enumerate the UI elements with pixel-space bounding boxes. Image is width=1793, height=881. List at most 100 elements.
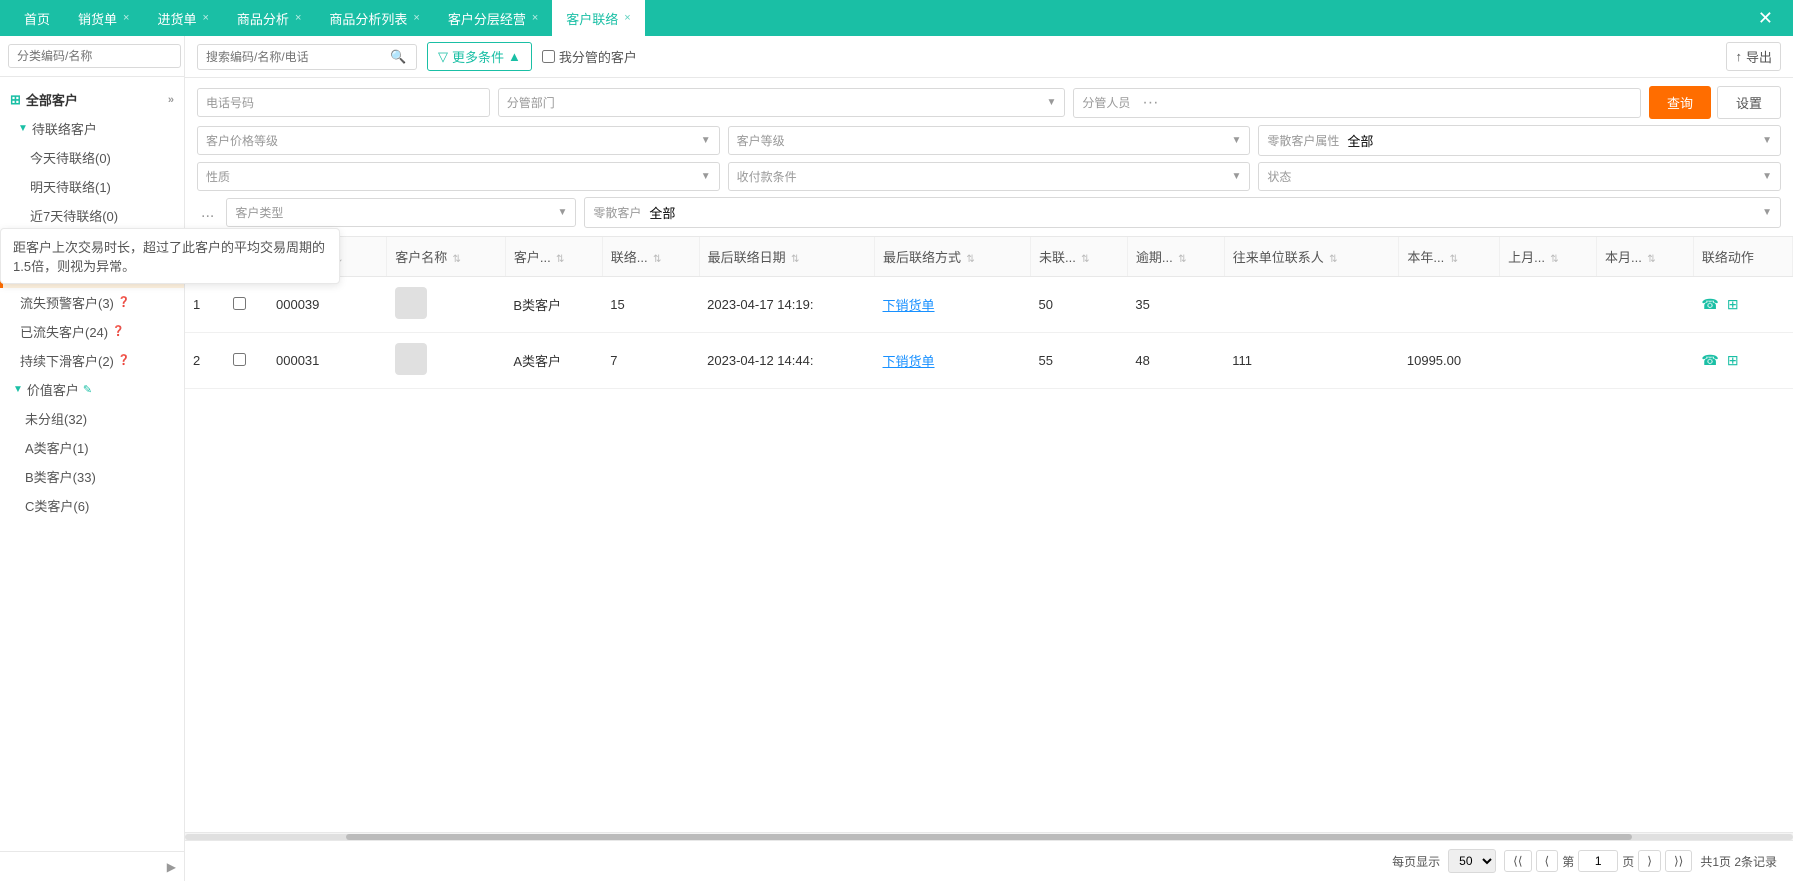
- sidebar-item-7days[interactable]: 近7天待联络(0): [10, 201, 184, 230]
- th-last-month[interactable]: 上月... ⇅: [1500, 237, 1597, 277]
- filter-row-3: 性质 ▼ 收付款条件 ▼ 状态 ▼: [197, 162, 1781, 191]
- sidebar-item-a-class[interactable]: A类客户(1): [5, 433, 184, 462]
- export-button[interactable]: ↑ 导出: [1726, 42, 1781, 71]
- nav-customer-contact[interactable]: 客户联络 ×: [552, 0, 644, 36]
- td-contact-count-2: 7: [602, 333, 699, 389]
- sort-contact-count-icon[interactable]: ⇅: [653, 254, 661, 265]
- sidebar-item-tomorrow[interactable]: 明天待联络(1): [10, 172, 184, 201]
- close-product-analysis[interactable]: ×: [295, 12, 301, 24]
- sort-this-year-icon[interactable]: ⇅: [1450, 254, 1458, 265]
- more-icon-1[interactable]: ⊞: [1727, 296, 1739, 313]
- advanced-filter-panel: 电话号码 分管部门 ▼ 分管人员 ··· 查询 设置: [185, 78, 1793, 237]
- more-dots[interactable]: ...: [197, 204, 218, 222]
- page-next-btn[interactable]: ⟩: [1638, 850, 1661, 872]
- nav-sales-order[interactable]: 销货单 ×: [64, 0, 143, 36]
- contact-icon-2[interactable]: ☎: [1701, 352, 1718, 369]
- sidebar-item-churn-warning[interactable]: 流失预警客户(3) ❓: [0, 288, 184, 317]
- sort-last-month-icon[interactable]: ⇅: [1550, 254, 1558, 265]
- filter-search-icon[interactable]: 🔍: [390, 49, 406, 65]
- settings-button[interactable]: 设置: [1717, 86, 1781, 119]
- phone-field[interactable]: 电话号码: [197, 88, 490, 117]
- my-customers-checkbox-label[interactable]: 我分管的客户: [542, 47, 637, 66]
- filter-search-input[interactable]: [206, 50, 386, 64]
- close-customer-contact[interactable]: ×: [624, 12, 630, 24]
- sort-this-month-icon[interactable]: ⇅: [1647, 254, 1655, 265]
- th-contact-person[interactable]: 往来单位联系人 ⇅: [1224, 237, 1399, 277]
- close-product-analysis-list[interactable]: ×: [413, 12, 419, 24]
- sort-name-icon[interactable]: ⇅: [453, 254, 461, 265]
- edit-icon[interactable]: ✎: [83, 383, 92, 396]
- page-size-select[interactable]: 50: [1448, 849, 1496, 873]
- method-link-2[interactable]: 下销货单: [883, 354, 935, 369]
- dept-field[interactable]: 分管部门 ▼: [498, 88, 1066, 117]
- retail-customer-field[interactable]: 零散客户 全部 ▼: [584, 197, 1781, 228]
- th-overdue[interactable]: 逾期... ⇅: [1127, 237, 1224, 277]
- waiting-contact-group-title[interactable]: ▼ 待联络客户: [10, 114, 184, 143]
- sort-contact-person-icon[interactable]: ⇅: [1329, 254, 1337, 265]
- sort-level-icon[interactable]: ⇅: [556, 254, 564, 265]
- sidebar-item-declining[interactable]: 持续下滑客户(2) ❓: [0, 346, 184, 375]
- horizontal-scrollbar[interactable]: [185, 832, 1793, 840]
- sidebar-item-b-class[interactable]: B类客户(33): [5, 462, 184, 491]
- help-icon-declining[interactable]: ❓: [118, 355, 130, 366]
- th-name[interactable]: 客户名称 ⇅: [387, 237, 506, 277]
- sidebar-scroll-right[interactable]: ▶: [167, 860, 176, 874]
- sidebar-search-input[interactable]: [8, 44, 181, 68]
- sidebar-item-ungrouped[interactable]: 未分组(32): [5, 404, 184, 433]
- sort-last-date-icon[interactable]: ⇅: [791, 254, 799, 265]
- query-button[interactable]: 查询: [1649, 86, 1711, 119]
- th-this-month[interactable]: 本月... ⇅: [1597, 237, 1694, 277]
- window-close-button[interactable]: ✕: [1748, 8, 1783, 29]
- filter-search-box[interactable]: 🔍: [197, 44, 417, 70]
- sort-no-contact-icon[interactable]: ⇅: [1081, 254, 1089, 265]
- sort-overdue-icon[interactable]: ⇅: [1178, 254, 1186, 265]
- row-1-checkbox[interactable]: [233, 297, 246, 310]
- method-link-1[interactable]: 下销货单: [883, 298, 935, 313]
- sidebar-item-churned[interactable]: 已流失客户(24) ❓: [0, 317, 184, 346]
- sort-method-icon[interactable]: ⇅: [966, 254, 974, 265]
- status-field[interactable]: 状态 ▼: [1258, 162, 1781, 191]
- nav-product-analysis[interactable]: 商品分析 ×: [223, 0, 315, 36]
- retail-attr-field[interactable]: 零散客户属性 全部 ▼: [1258, 125, 1781, 156]
- grid-icon: ⊞: [10, 92, 21, 108]
- gender-field[interactable]: 性质 ▼: [197, 162, 720, 191]
- value-customer-group-title[interactable]: ▼ 价值客户 ✎: [5, 375, 184, 404]
- nav-customer-segmentation[interactable]: 客户分层经营 ×: [434, 0, 552, 36]
- manager-dots[interactable]: ···: [1138, 94, 1162, 112]
- contact-icon-1[interactable]: ☎: [1701, 296, 1718, 313]
- th-last-contact-date[interactable]: 最后联络日期 ⇅: [699, 237, 874, 277]
- page-number-input[interactable]: [1578, 850, 1618, 872]
- manager-field[interactable]: 分管人员 ···: [1073, 88, 1641, 118]
- help-icon-churn-warning[interactable]: ❓: [118, 297, 130, 308]
- my-customers-checkbox[interactable]: [542, 50, 555, 63]
- customer-level-field[interactable]: 客户等级 ▼: [728, 126, 1251, 155]
- td-no-contact-2: 55: [1030, 333, 1127, 389]
- th-no-contact[interactable]: 未联... ⇅: [1030, 237, 1127, 277]
- sidebar-item-today[interactable]: 今天待联络(0): [10, 143, 184, 172]
- payment-field[interactable]: 收付款条件 ▼: [728, 162, 1251, 191]
- page-first-btn[interactable]: ⟨⟨: [1504, 850, 1531, 872]
- th-level[interactable]: 客户... ⇅: [505, 237, 602, 277]
- close-customer-segmentation[interactable]: ×: [532, 12, 538, 24]
- page-prev-btn[interactable]: ⟨: [1536, 850, 1559, 872]
- nav-product-analysis-list[interactable]: 商品分析列表 ×: [315, 0, 433, 36]
- page-last-btn[interactable]: ⟩⟩: [1665, 850, 1692, 872]
- th-contact-count[interactable]: 联络... ⇅: [602, 237, 699, 277]
- sidebar-item-c-class[interactable]: C类客户(6): [5, 491, 184, 520]
- price-level-field[interactable]: 客户价格等级 ▼: [197, 126, 720, 155]
- collapse-icon[interactable]: »: [168, 94, 174, 106]
- th-this-year[interactable]: 本年... ⇅: [1399, 237, 1500, 277]
- nav-home[interactable]: 首页: [10, 0, 64, 36]
- close-purchase-order[interactable]: ×: [202, 12, 208, 24]
- phone-input[interactable]: [262, 96, 481, 110]
- all-customers-header[interactable]: ⊞ 全部客户 »: [0, 85, 184, 114]
- help-icon-churned[interactable]: ❓: [112, 326, 124, 337]
- more-icon-2[interactable]: ⊞: [1727, 352, 1739, 369]
- customer-type-field[interactable]: 客户类型 ▼: [226, 198, 576, 227]
- close-sales-order[interactable]: ×: [123, 12, 129, 24]
- nav-purchase-order[interactable]: 进货单 ×: [143, 0, 222, 36]
- filter-more-conditions[interactable]: ▽ 更多条件 ▲: [427, 42, 532, 71]
- th-last-contact-method[interactable]: 最后联络方式 ⇅: [875, 237, 1031, 277]
- top-nav: 首页 销货单 × 进货单 × 商品分析 × 商品分析列表 × 客户分层经营 × …: [0, 0, 1793, 36]
- row-2-checkbox[interactable]: [233, 353, 246, 366]
